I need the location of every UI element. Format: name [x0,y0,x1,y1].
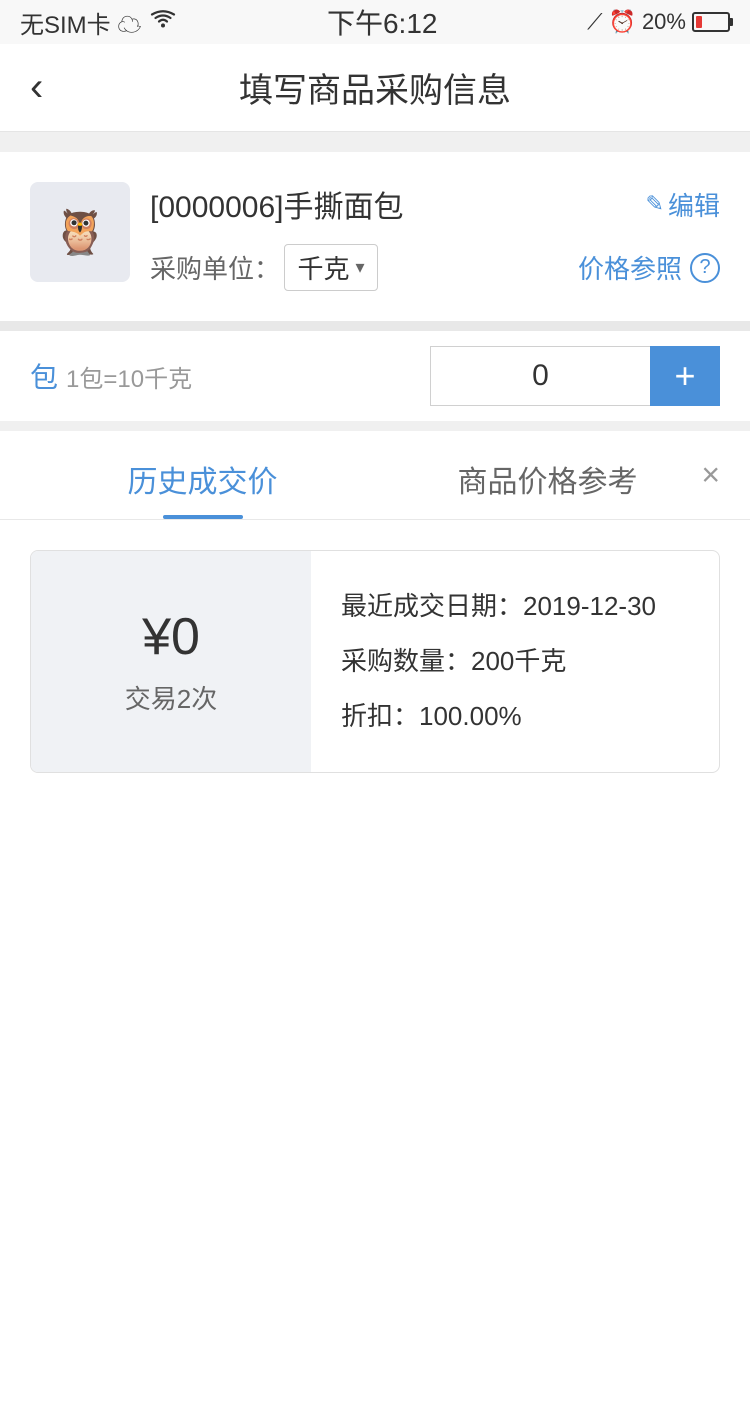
price-ref-label: 价格参照 [578,249,682,286]
edit-icon: ✎ [646,191,664,217]
unit-value: 千克 [297,249,349,286]
date-label: 最近成交日期： [341,591,523,621]
product-thumbnail: 🦉 [30,182,130,282]
battery-percent: 20% [642,9,686,35]
chevron-down-icon: ▾ [355,257,364,278]
tab-price-reference[interactable]: 商品价格参考 [375,431,720,519]
quantity-unit-label: 包 [30,356,58,396]
qty-row: 采购数量：200千克 [341,642,689,681]
history-card-left: ¥0 交易2次 [31,551,311,772]
quantity-controls: 0 + [430,346,720,406]
qty-label: 采购数量： [341,646,471,676]
quantity-value: 0 [532,359,549,393]
status-right: ⟋ ⏰ 20% [587,9,730,35]
price-reference-button[interactable]: 价格参照 ? [578,249,720,286]
discount-value: 100.00% [419,701,522,731]
product-logo-icon: 🦉 [53,206,108,258]
carrier-text: 无SIM卡 ☁ [20,5,141,40]
discount-row: 折扣：100.00% [341,697,689,736]
plus-icon: + [674,355,695,397]
nav-title: 填写商品采购信息 [239,63,511,112]
history-price: ¥0 [142,607,200,667]
product-card: 🦉 [0000006]手撕面包 ✎ 编辑 采购单位： 千克 ▾ [0,152,750,321]
tabs-container: 历史成交价 商品价格参考 × [0,421,750,520]
date-value: 2019-12-30 [523,591,656,621]
date-row: 最近成交日期：2019-12-30 [341,587,689,626]
status-time: 下午6:12 [327,2,438,42]
product-header: 🦉 [0000006]手撕面包 ✎ 编辑 采购单位： 千克 ▾ [30,182,720,291]
product-name: [0000006]手撕面包 [150,182,403,226]
close-button[interactable]: × [701,457,720,494]
back-button[interactable]: ‹ [30,65,43,110]
tab-active-indicator [163,515,243,519]
quantity-hint: 1包=10千克 [66,359,192,394]
empty-area [0,803,750,1403]
tabs-row: 历史成交价 商品价格参考 × [0,431,750,520]
product-top-row: [0000006]手撕面包 ✎ 编辑 [150,182,720,226]
status-bar: 无SIM卡 ☁ 下午6:12 ⟋ ⏰ 20% [0,0,750,44]
product-unit-row: 采购单位： 千克 ▾ 价格参照 ? [150,244,720,291]
status-left: 无SIM卡 ☁ [20,5,177,40]
help-icon: ? [690,253,720,283]
history-card: ¥0 交易2次 最近成交日期：2019-12-30 采购数量：200千克 折扣：… [30,550,720,773]
qty-value: 200千克 [471,646,566,676]
history-card-right: 最近成交日期：2019-12-30 采购数量：200千克 折扣：100.00% [311,551,719,772]
unit-label-text: 采购单位： [150,254,280,284]
edit-label: 编辑 [668,186,720,223]
unit-group: 采购单位： 千克 ▾ [150,244,378,291]
quantity-plus-button[interactable]: + [650,346,720,406]
discount-label: 折扣： [341,701,419,731]
quantity-input[interactable]: 0 [430,346,650,406]
battery-icon [692,12,730,32]
edit-button[interactable]: ✎ 编辑 [646,186,720,223]
wifi-icon [149,8,177,36]
nav-bar: ‹ 填写商品采购信息 [0,44,750,132]
tab-price-reference-label: 商品价格参考 [458,457,638,501]
history-transactions: 交易2次 [125,679,217,716]
alarm-icon: ⏰ [609,9,636,35]
quantity-row: 包 1包=10千克 0 + [0,331,750,421]
section-divider [0,321,750,331]
history-content: ¥0 交易2次 最近成交日期：2019-12-30 采购数量：200千克 折扣：… [0,520,750,803]
location-icon: ⟋ [587,9,602,35]
tab-history[interactable]: 历史成交价 [30,431,375,519]
product-info: [0000006]手撕面包 ✎ 编辑 采购单位： 千克 ▾ 价格参照 ? [150,182,720,291]
unit-selector[interactable]: 千克 ▾ [284,244,377,291]
tab-history-label: 历史成交价 [128,457,278,501]
